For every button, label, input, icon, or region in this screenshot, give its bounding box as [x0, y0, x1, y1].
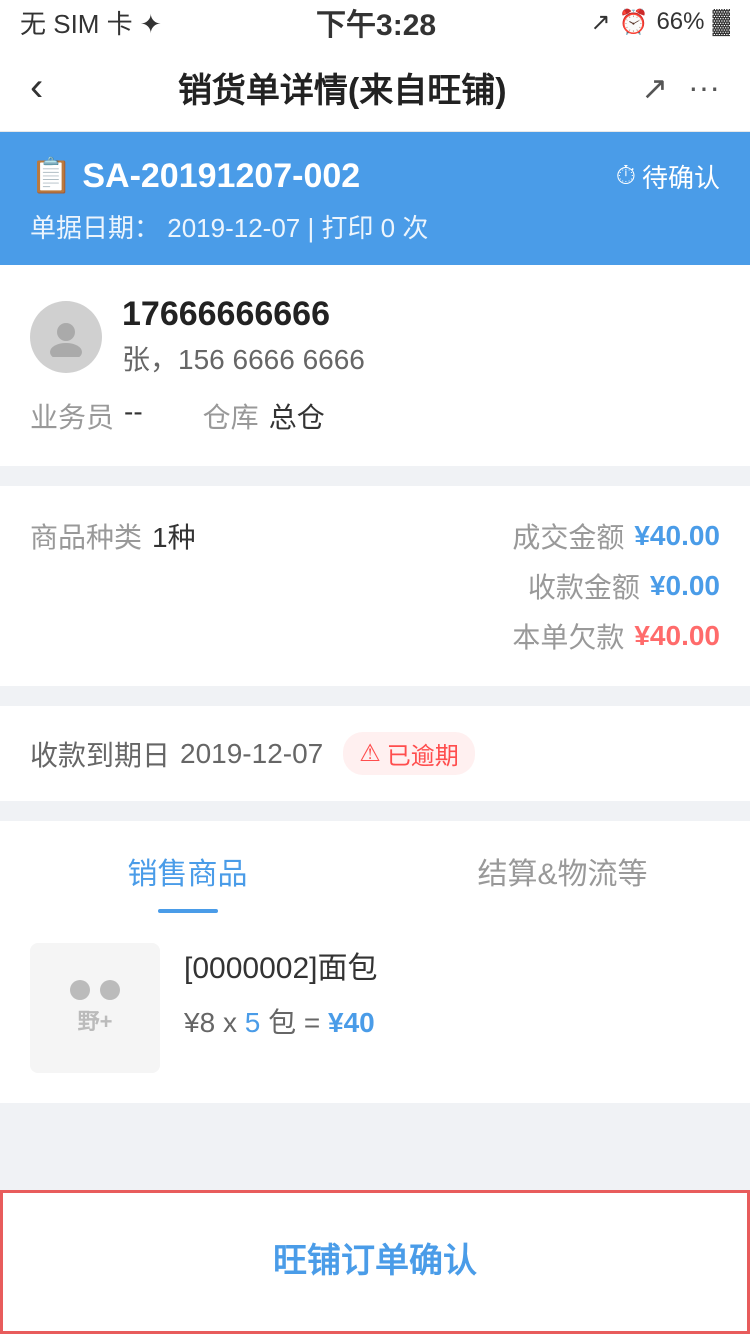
owed-label: 本单欠款: [512, 616, 624, 656]
received-value: ¥0.00: [650, 570, 720, 602]
product-logo: 野+: [70, 980, 120, 1036]
warehouse-label: 仓库: [203, 396, 259, 436]
amount-label: 成交金额: [512, 516, 624, 556]
multiply-icon: x: [223, 1007, 237, 1038]
order-id: 📋 SA-20191207-002: [30, 156, 360, 196]
customer-info: 17666666666 张，156 6666 6666: [122, 295, 365, 378]
product-name: [0000002]面包: [184, 943, 720, 987]
back-button[interactable]: ‹: [30, 65, 43, 110]
product-section: 野+ [0000002]面包 ¥8 x 5 包 = ¥40: [0, 913, 750, 1103]
total-price: ¥40: [328, 1007, 375, 1038]
owl-eyes: [70, 980, 120, 1000]
product-image: 野+: [30, 943, 160, 1073]
quantity: 5: [245, 1007, 261, 1038]
overdue-icon: ⚠: [359, 739, 381, 768]
price-per-unit: ¥8: [184, 1007, 215, 1038]
customer-phone: 17666666666: [122, 295, 365, 334]
product-type-value: 1种: [152, 516, 196, 556]
owl-eye-right: [100, 980, 120, 1000]
received-row: 收款金额 ¥0.00: [528, 566, 720, 606]
received-label: 收款金额: [528, 566, 640, 606]
status-time: 下午3:28: [316, 0, 436, 44]
warehouse-item: 仓库 总仓: [203, 396, 325, 436]
product-type-label: 商品种类: [30, 516, 142, 556]
status-bar: 无 SIM 卡 ✦ 下午3:28 ↗ ⏰ 66% ▓: [0, 0, 750, 44]
confirm-button-wrap: 旺铺订单确认: [0, 1190, 750, 1334]
customer-sub: 张，156 6666 6666: [122, 338, 365, 378]
overdue-text: 已逾期: [387, 736, 459, 771]
order-id-row: 📋 SA-20191207-002 ⏱ 待确认: [30, 156, 720, 196]
overdue-badge: ⚠ 已逾期: [343, 732, 475, 775]
battery-status: 66%: [656, 8, 704, 36]
tabs: 销售商品 结算&物流等: [0, 821, 750, 913]
confirm-order-button[interactable]: 旺铺订单确认: [33, 1213, 717, 1301]
alarm-icon: ⏰: [619, 8, 649, 37]
amounts-group: 成交金额 ¥40.00 收款金额 ¥0.00 本单欠款 ¥40.00: [512, 516, 720, 656]
page-title: 销货单详情(来自旺铺): [178, 63, 507, 112]
salesperson-value: --: [124, 396, 143, 436]
nav-left: ‹: [30, 65, 43, 110]
summary-row: 商品种类 1种 成交金额 ¥40.00 收款金额 ¥0.00 本单欠款 ¥40.…: [30, 516, 720, 656]
location-icon: ↗: [590, 8, 610, 37]
share-icon[interactable]: ↗: [641, 69, 668, 107]
owl-text: 野+: [78, 1004, 113, 1036]
status-left: 无 SIM 卡 ✦: [20, 4, 162, 41]
product-info: [0000002]面包 ¥8 x 5 包 = ¥40: [184, 943, 720, 1041]
product-type-group: 商品种类 1种: [30, 516, 196, 556]
customer-meta: 业务员 -- 仓库 总仓: [30, 396, 720, 436]
customer-section: 17666666666 张，156 6666 6666 业务员 -- 仓库 总仓: [0, 265, 750, 466]
amount-row: 成交金额 ¥40.00: [512, 516, 720, 556]
battery-icon: ▓: [713, 8, 731, 36]
nav-bar: ‹ 销货单详情(来自旺铺) ↗ ···: [0, 44, 750, 132]
tab-sales-products[interactable]: 销售商品: [0, 821, 375, 913]
owed-row: 本单欠款 ¥40.00: [512, 616, 720, 656]
clock-icon: ⏱: [616, 160, 636, 192]
avatar: [30, 301, 102, 373]
owed-value: ¥40.00: [634, 620, 720, 652]
equals-icon: =: [304, 1007, 320, 1038]
product-price: ¥8 x 5 包 = ¥40: [184, 1001, 720, 1041]
amount-value: ¥40.00: [634, 520, 720, 552]
salesperson-item: 业务员 --: [30, 396, 143, 436]
customer-top: 17666666666 张，156 6666 6666: [30, 295, 720, 378]
order-icon: 📋: [30, 156, 72, 196]
due-date-label: 收款到期日: [30, 734, 170, 774]
sim-status: 无 SIM 卡 ✦: [20, 4, 162, 41]
order-date: 单据日期： 2019-12-07 | 打印 0 次: [30, 208, 720, 245]
status-right: ↗ ⏰ 66% ▓: [590, 8, 730, 37]
due-date-section: 收款到期日 2019-12-07 ⚠ 已逾期: [0, 706, 750, 801]
warehouse-value: 总仓: [269, 396, 325, 436]
unit: 包: [268, 1007, 296, 1038]
order-header: 📋 SA-20191207-002 ⏱ 待确认 单据日期： 2019-12-07…: [0, 132, 750, 265]
due-date-value: 2019-12-07: [180, 738, 323, 770]
more-icon[interactable]: ···: [688, 69, 720, 106]
tab-settlement-logistics[interactable]: 结算&物流等: [375, 821, 750, 913]
salesperson-label: 业务员: [30, 396, 114, 436]
nav-right: ↗ ···: [641, 69, 720, 107]
owl-eye-left: [70, 980, 90, 1000]
order-status: ⏱ 待确认: [616, 158, 720, 195]
summary-section: 商品种类 1种 成交金额 ¥40.00 收款金额 ¥0.00 本单欠款 ¥40.…: [0, 486, 750, 686]
